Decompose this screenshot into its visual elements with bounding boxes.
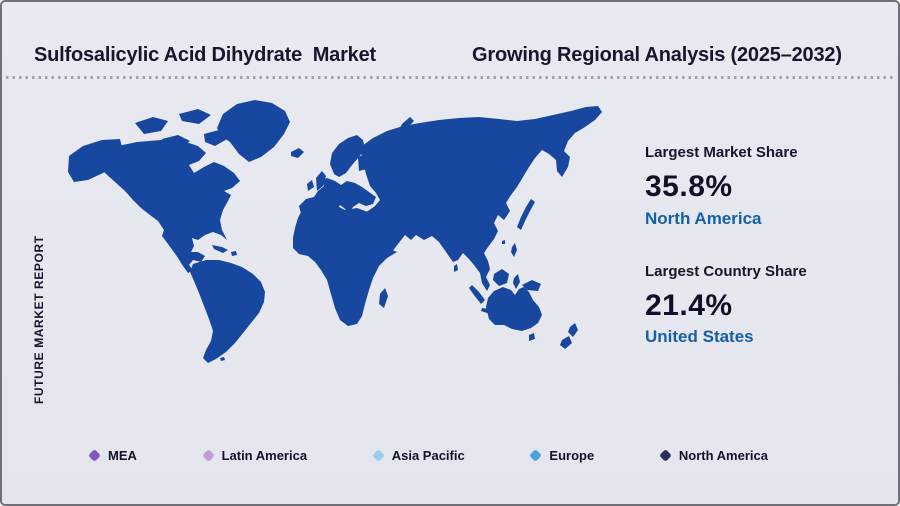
stat-region: North America <box>645 208 762 228</box>
continent-asia <box>354 106 602 291</box>
legend-marker-mea <box>88 449 101 462</box>
page-title: Sulfosalicylic Acid Dihydrate Market <box>34 44 376 66</box>
stats-panel: Largest Market Share 35.8% North America… <box>645 144 885 381</box>
legend-label: North America <box>678 448 768 463</box>
legend-item-europe: Europe <box>529 448 595 463</box>
legend: MEA Latin America Asia Pacific Europe No… <box>88 448 768 463</box>
legend-label: Latin America <box>221 448 308 463</box>
stat-market-share: Largest Market Share 35.8% North America <box>645 144 885 229</box>
stat-value: 35.8% <box>645 170 733 203</box>
legend-label: Asia Pacific <box>391 448 465 463</box>
legend-item-mea: MEA <box>88 448 137 463</box>
legend-marker-latin-america <box>201 449 215 462</box>
dotted-divider <box>6 76 894 79</box>
continent-north-america <box>68 100 290 273</box>
legend-item-north-america: North America <box>659 448 768 463</box>
legend-label: MEA <box>108 448 137 463</box>
stat-region: United States <box>645 327 754 346</box>
world-map <box>65 94 623 386</box>
continent-south-america <box>190 260 265 363</box>
stat-country-share: Largest Country Share 21.4% United State… <box>645 263 885 348</box>
legend-label: Europe <box>549 448 595 463</box>
stat-label: Largest Country Share <box>645 262 807 280</box>
infographic-card: Sulfosalicylic Acid Dihydrate Market Gro… <box>0 0 900 506</box>
stat-value: 21.4% <box>645 288 733 322</box>
page-subtitle: Growing Regional Analysis (2025–2032) <box>472 44 842 66</box>
legend-marker-europe <box>529 449 543 462</box>
legend-item-latin-america: Latin America <box>201 448 308 463</box>
legend-marker-north-america <box>659 449 672 462</box>
brand-vertical-text: FUTURE MARKET REPORT <box>32 235 46 405</box>
legend-item-asia-pacific: Asia Pacific <box>371 448 465 463</box>
stat-label: Largest Market Share <box>645 144 798 161</box>
legend-marker-asia-pacific <box>371 449 385 462</box>
